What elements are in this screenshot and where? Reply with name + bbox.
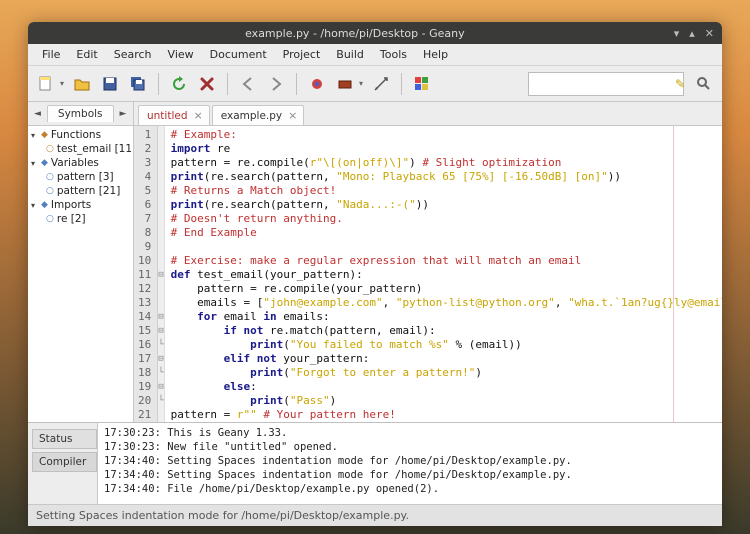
menu-help[interactable]: Help	[415, 46, 456, 63]
code-editor[interactable]: 1234567891011121314151617181920212223 ⊟⊟…	[134, 126, 722, 422]
close-file-button[interactable]	[195, 72, 219, 96]
sidebar-tab-symbols[interactable]: Symbols	[47, 105, 114, 122]
tab-close-icon[interactable]: ×	[194, 109, 203, 122]
statusbar: Setting Spaces indentation mode for /hom…	[28, 504, 722, 526]
color-picker-button[interactable]	[410, 72, 434, 96]
minimize-button[interactable]: ▾	[674, 27, 680, 40]
tree-group[interactable]: ▾◆Variables	[28, 156, 133, 170]
tree-group[interactable]: ▾◆Imports	[28, 198, 133, 212]
log-line: 17:30:23: This is Geany 1.33.	[104, 427, 716, 441]
log-line: 17:34:40: File /home/pi/Desktop/example.…	[104, 483, 716, 497]
message-log[interactable]: 17:30:23: This is Geany 1.33.17:30:23: N…	[98, 423, 722, 504]
search-input[interactable]	[533, 78, 675, 90]
new-file-button[interactable]	[34, 72, 58, 96]
code-content[interactable]: # Example:import repattern = re.compile(…	[165, 126, 722, 422]
window-title: example.py - /home/pi/Desktop - Geany	[36, 27, 674, 40]
status-text: Setting Spaces indentation mode for /hom…	[36, 509, 409, 522]
editor-tabs: untitled×example.py×	[134, 102, 722, 126]
menu-tools[interactable]: Tools	[372, 46, 415, 63]
run-button[interactable]	[369, 72, 393, 96]
dropdown-arrow-icon[interactable]: ▾	[60, 79, 64, 88]
menu-document[interactable]: Document	[202, 46, 275, 63]
menubar: FileEditSearchViewDocumentProjectBuildTo…	[28, 44, 722, 66]
compile-button[interactable]	[305, 72, 329, 96]
bottom-tab-status[interactable]: Status	[32, 429, 97, 449]
menu-project[interactable]: Project	[275, 46, 329, 63]
close-window-button[interactable]: ✕	[705, 27, 714, 40]
log-line: 17:30:23: New file "untitled" opened.	[104, 441, 716, 455]
open-button[interactable]	[70, 72, 94, 96]
toolbar: ▾ ▾ ✎	[28, 66, 722, 102]
menu-search[interactable]: Search	[106, 46, 160, 63]
search-button[interactable]	[692, 72, 716, 96]
sidebar-scroll-left[interactable]: ◄	[32, 109, 43, 119]
sidebar: ◄ Symbols ► ▾◆Functions○test_email [11]▾…	[28, 102, 134, 422]
menu-build[interactable]: Build	[328, 46, 372, 63]
editor-tab[interactable]: untitled×	[138, 105, 210, 125]
menu-edit[interactable]: Edit	[68, 46, 105, 63]
symbol-tree[interactable]: ▾◆Functions○test_email [11]▾◆Variables○p…	[28, 126, 133, 422]
editor-area: untitled×example.py× 1234567891011121314…	[134, 102, 722, 422]
dropdown-arrow-icon[interactable]: ▾	[359, 79, 363, 88]
log-line: 17:34:40: Setting Spaces indentation mod…	[104, 455, 716, 469]
search-box[interactable]: ✎	[528, 72, 684, 96]
save-all-button[interactable]	[126, 72, 150, 96]
clear-icon[interactable]: ✎	[675, 77, 685, 91]
build-button[interactable]	[333, 72, 357, 96]
bottom-tab-compiler[interactable]: Compiler	[32, 452, 97, 472]
maximize-button[interactable]: ▴	[689, 27, 695, 40]
app-window: example.py - /home/pi/Desktop - Geany ▾ …	[28, 22, 722, 526]
save-button[interactable]	[98, 72, 122, 96]
tab-close-icon[interactable]: ×	[288, 109, 297, 122]
menu-view[interactable]: View	[160, 46, 202, 63]
tree-group[interactable]: ▾◆Functions	[28, 128, 133, 142]
tree-item[interactable]: ○pattern [3]	[28, 170, 133, 184]
nav-back-button[interactable]	[236, 72, 260, 96]
menu-file[interactable]: File	[34, 46, 68, 63]
line-gutter: 1234567891011121314151617181920212223	[134, 126, 158, 422]
tree-item[interactable]: ○re [2]	[28, 212, 133, 226]
bottom-panel: Status Compiler 17:30:23: This is Geany 1…	[28, 422, 722, 504]
nav-forward-button[interactable]	[264, 72, 288, 96]
tree-item[interactable]: ○test_email [11]	[28, 142, 133, 156]
reload-button[interactable]	[167, 72, 191, 96]
log-line: 17:34:40: Setting Spaces indentation mod…	[104, 469, 716, 483]
sidebar-scroll-right[interactable]: ►	[118, 109, 129, 119]
editor-tab[interactable]: example.py×	[212, 105, 305, 125]
titlebar: example.py - /home/pi/Desktop - Geany ▾ …	[28, 22, 722, 44]
tree-item[interactable]: ○pattern [21]	[28, 184, 133, 198]
bottom-tabs: Status Compiler	[28, 423, 98, 504]
